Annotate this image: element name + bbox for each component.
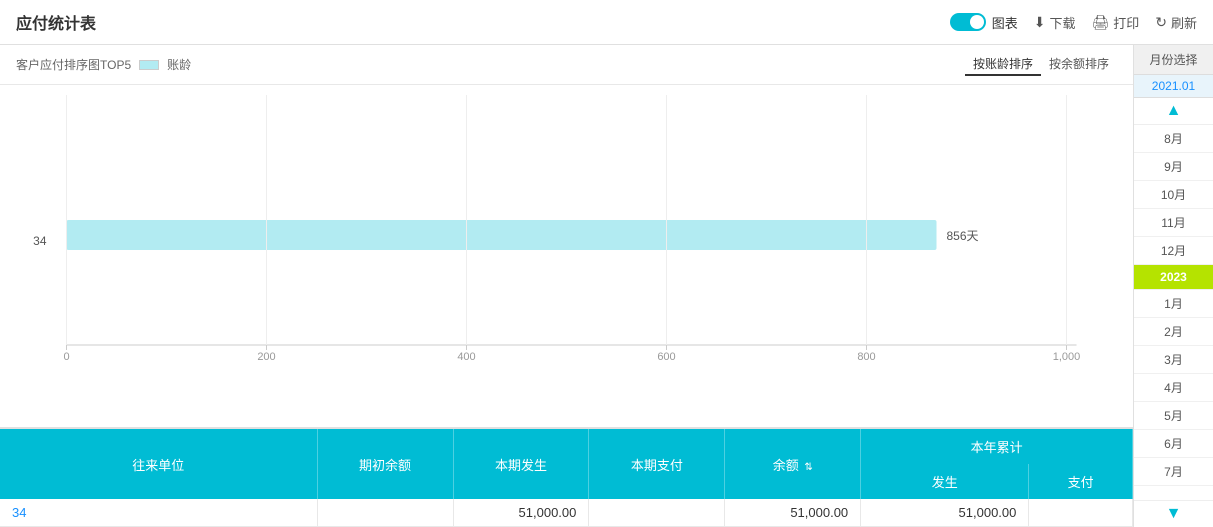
th-col3: 本期发生 [453,429,589,499]
data-table: 往来单位 期初余额 本期发生 本期支付 余额 ⇅ 本年累计 发生 [0,429,1133,527]
header: 应付统计表 图表 ⬇ 下载 🖨 打印 ↻ 刷新 [0,0,1213,45]
cell-col4 [589,499,725,527]
download-icon: ⬇ [1034,14,1046,31]
sidebar: 月份选择 2021.01 ▲ 8月9月10月11月12月20231月2月3月4月… [1133,45,1213,527]
tab-by-balance[interactable]: 按账龄排序 [965,53,1041,76]
download-button[interactable]: ⬇ 下载 [1034,13,1076,32]
chart-toggle-wrapper: 图表 [950,13,1018,32]
sidebar-month-item[interactable]: 7月 [1134,458,1213,486]
table-section: 往来单位 期初余额 本期发生 本期支付 余额 ⇅ 本年累计 发生 [0,427,1133,527]
content-area: 客户应付排序图TOP5 账龄 按账龄排序 按余额排序 34 856天 [0,45,1213,527]
cell-col6a: 51,000.00 [861,499,1029,527]
print-icon: 🖨 [1091,14,1109,31]
chart-tabs: 按账龄排序 按余额排序 [965,53,1117,76]
print-label: 打印 [1113,13,1139,32]
svg-text:200: 200 [257,351,275,363]
cell-col1[interactable]: 34 [0,499,317,527]
svg-text:0: 0 [63,351,69,363]
toggle-label: 图表 [992,13,1018,32]
main-container: 应付统计表 图表 ⬇ 下载 🖨 打印 ↻ 刷新 [0,0,1213,527]
th-col1: 往来单位 [0,429,317,499]
sidebar-month-item[interactable]: 2023 [1134,265,1213,290]
chart-svg: 34 856天 0 200 400 600 800 1,000 [16,95,1117,375]
sidebar-month-item[interactable]: 3月 [1134,346,1213,374]
cell-col6b [1029,499,1133,527]
legend-box-label: 账龄 [167,56,191,73]
chart-body: 34 856天 0 200 400 600 800 1,000 [0,85,1133,427]
th-col5: 余额 ⇅ [725,429,861,499]
svg-text:800: 800 [857,351,875,363]
chart-section: 客户应付排序图TOP5 账龄 按账龄排序 按余额排序 34 856天 [0,45,1133,527]
th-col2: 期初余额 [317,429,453,499]
cell-col2 [317,499,453,527]
svg-text:1,000: 1,000 [1053,351,1081,363]
sidebar-month-item[interactable]: 5月 [1134,402,1213,430]
sidebar-header: 月份选择 [1134,45,1213,75]
chart-header: 客户应付排序图TOP5 账龄 按账龄排序 按余额排序 [0,45,1133,85]
cell-link[interactable]: 34 [12,505,26,520]
th-col4: 本期支付 [589,429,725,499]
cell-col5: 51,000.00 [725,499,861,527]
refresh-icon: ↻ [1155,14,1167,31]
sidebar-month-item[interactable]: 1月 [1134,290,1213,318]
svg-text:34: 34 [33,234,47,248]
table-row: 3451,000.0051,000.0051,000.00 [0,499,1133,527]
sidebar-month-item[interactable]: 9月 [1134,153,1213,181]
th-col6a: 发生 [861,464,1029,499]
refresh-button[interactable]: ↻ 刷新 [1155,13,1197,32]
svg-text:400: 400 [457,351,475,363]
cell-col3: 51,000.00 [453,499,589,527]
tab-by-amount[interactable]: 按余额排序 [1041,53,1117,76]
sidebar-months: 8月9月10月11月12月20231月2月3月4月5月6月7月 [1134,125,1213,500]
chart-legend: 客户应付排序图TOP5 账龄 [16,56,191,73]
th-col6-group: 本年累计 [861,429,1133,464]
sidebar-month-item[interactable]: 4月 [1134,374,1213,402]
sidebar-date[interactable]: 2021.01 [1134,75,1213,98]
sort-icon[interactable]: ⇅ [804,462,812,473]
sidebar-month-item[interactable]: 8月 [1134,125,1213,153]
header-actions: 图表 ⬇ 下载 🖨 打印 ↻ 刷新 [950,13,1197,32]
chart-toggle[interactable] [950,13,986,31]
page-title: 应付统计表 [16,10,96,34]
sidebar-month-item[interactable]: 12月 [1134,237,1213,265]
svg-text:856天: 856天 [947,229,979,243]
sidebar-nav-down[interactable]: ▼ [1134,500,1213,527]
legend-box [139,60,159,70]
sidebar-month-item[interactable]: 6月 [1134,430,1213,458]
print-button[interactable]: 🖨 打印 [1091,13,1139,32]
sidebar-nav-up[interactable]: ▲ [1134,98,1213,125]
svg-text:600: 600 [657,351,675,363]
legend-chart-label: 客户应付排序图TOP5 [16,56,131,73]
sidebar-month-item[interactable]: 2月 [1134,318,1213,346]
refresh-label: 刷新 [1171,13,1197,32]
sidebar-month-item[interactable]: 11月 [1134,209,1213,237]
sidebar-month-item[interactable]: 10月 [1134,181,1213,209]
download-label: 下载 [1049,13,1075,32]
th-col6b: 支付 [1029,464,1133,499]
